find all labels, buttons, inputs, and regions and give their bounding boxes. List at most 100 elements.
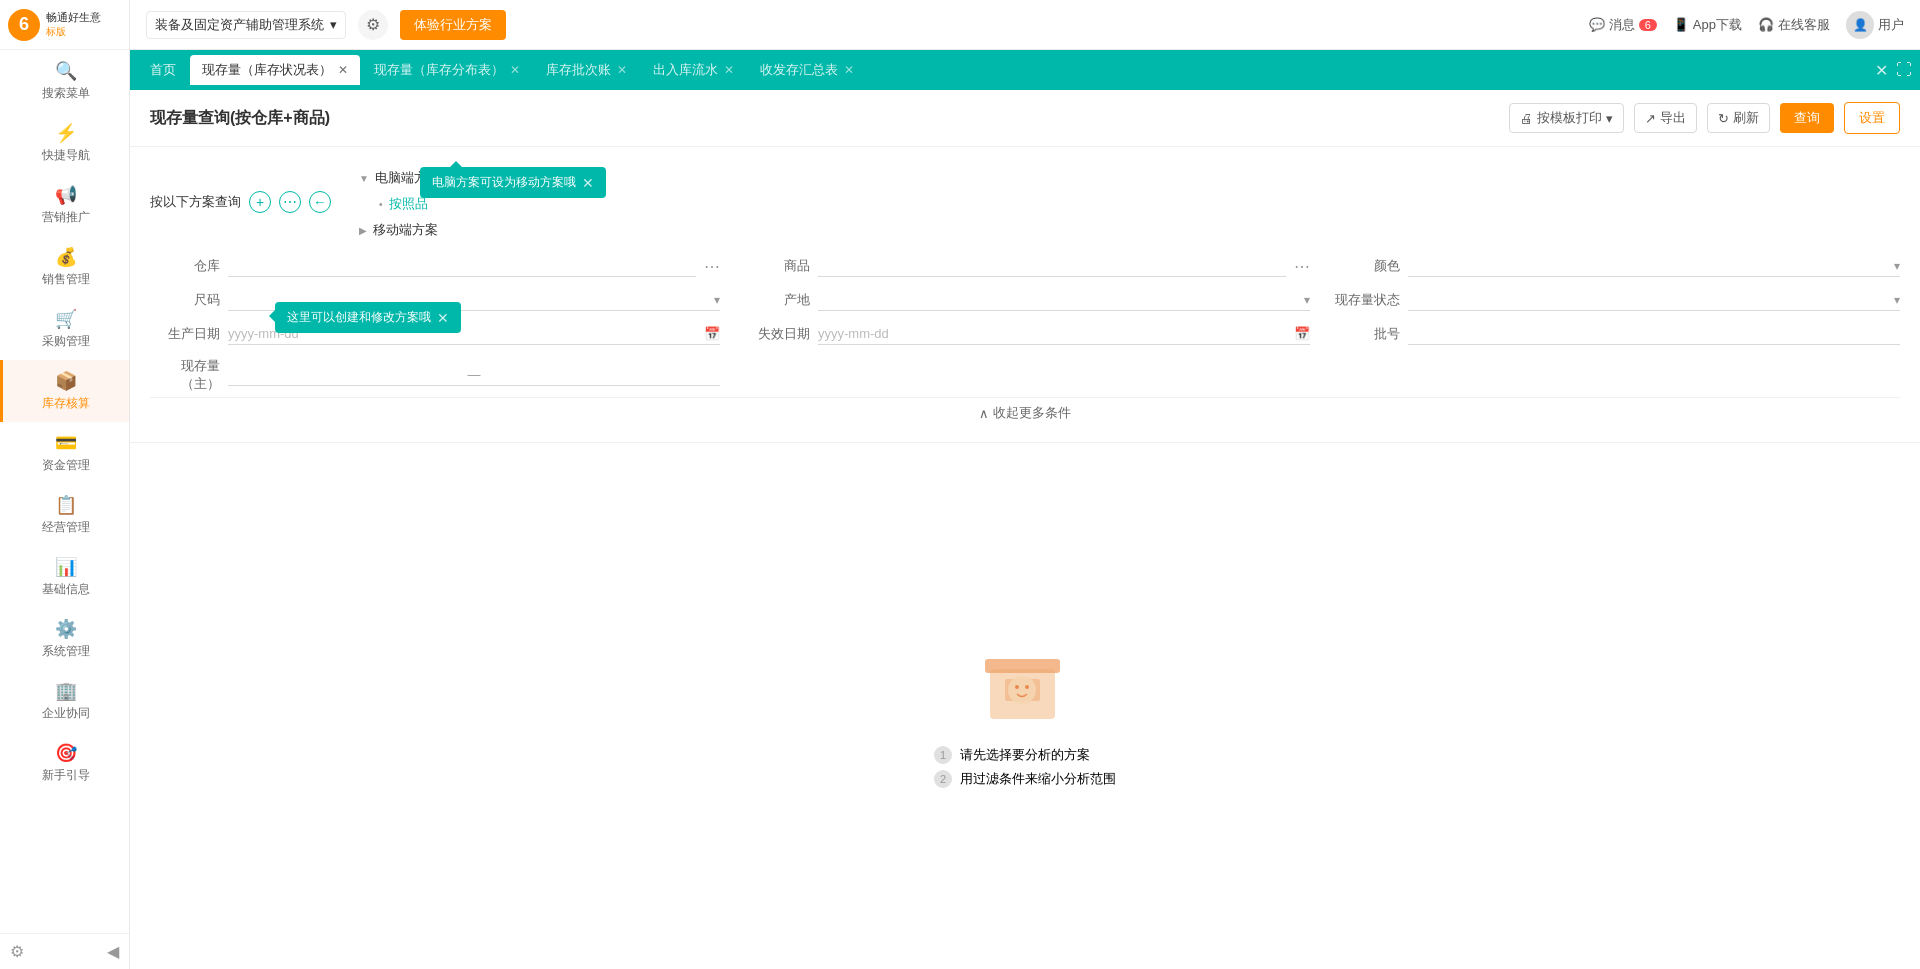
user-label: 用户	[1878, 16, 1904, 34]
sidebar-item-operations[interactable]: 📋 经营管理	[0, 484, 129, 546]
tab-close-all-icon[interactable]: ✕	[1875, 61, 1888, 80]
sidebar-item-enterprise[interactable]: 🏢 企业协同	[0, 670, 129, 732]
collapse-sidebar-icon[interactable]: ◀	[107, 942, 119, 961]
sidebar-item-inventory[interactable]: 📦 库存核算	[0, 360, 129, 422]
color-select-arrow: ▾	[1894, 259, 1900, 273]
exp-date-calendar-icon[interactable]: 📅	[1294, 326, 1310, 341]
sidebar-item-label: 搜索菜单	[42, 85, 90, 102]
settings-footer-icon[interactable]: ⚙	[10, 942, 24, 961]
filter-label: 按以下方案查询	[150, 193, 241, 211]
system-selector[interactable]: 装备及固定资产辅助管理系统 ▾	[146, 11, 346, 39]
goods-label: 商品	[740, 257, 810, 275]
sidebar-item-system[interactable]: ⚙️ 系统管理	[0, 608, 129, 670]
stock-status-input[interactable]	[1408, 292, 1894, 307]
expand-mobile-icon[interactable]: ▶	[359, 225, 367, 236]
sidebar-item-marketing[interactable]: 📢 营销推广	[0, 174, 129, 236]
tab-label: 现存量（库存分布表）	[374, 61, 504, 79]
color-input[interactable]	[1408, 258, 1894, 273]
stock-qty-from-input[interactable]	[228, 367, 462, 382]
collapse-label: 收起更多条件	[993, 404, 1071, 422]
export-button[interactable]: ↗ 导出	[1634, 103, 1697, 133]
app-download-action[interactable]: 📱 App下载	[1673, 16, 1742, 34]
tooltip-close-1[interactable]: ✕	[582, 175, 594, 191]
sidebar-item-guide[interactable]: 🎯 新手引导	[0, 732, 129, 794]
filter-goods: 商品 ⋯	[740, 255, 1310, 277]
filter-stock-qty: 现存量（主） —	[150, 357, 720, 393]
tab-label: 出入库流水	[653, 61, 718, 79]
filter-dots-button[interactable]: ⋯	[279, 191, 301, 213]
sidebar-item-finance[interactable]: 💳 资金管理	[0, 422, 129, 484]
sidebar-item-sales[interactable]: 💰 销售管理	[0, 236, 129, 298]
tooltip-close-2[interactable]: ✕	[437, 310, 449, 326]
filter-add-button[interactable]: +	[249, 191, 271, 213]
sidebar-item-quick-nav[interactable]: ⚡ 快捷导航	[0, 112, 129, 174]
stock-qty-to-input[interactable]	[487, 367, 721, 382]
prod-date-calendar-icon[interactable]: 📅	[704, 326, 720, 341]
user-action[interactable]: 👤 用户	[1846, 11, 1904, 39]
print-icon: 🖨	[1520, 111, 1533, 126]
stock-status-label: 现存量状态	[1330, 291, 1400, 309]
logo-area: 6 畅通好生意 标版	[0, 0, 129, 50]
sidebar-item-label: 库存核算	[42, 395, 90, 412]
tab-home[interactable]: 首页	[138, 55, 188, 85]
empty-svg	[970, 624, 1080, 734]
online-support-action[interactable]: 🎧 在线客服	[1758, 16, 1830, 34]
tab-inout-flow[interactable]: 出入库流水 ✕	[641, 55, 746, 85]
user-avatar: 👤	[1846, 11, 1874, 39]
tab-label: 现存量（库存状况表）	[202, 61, 332, 79]
tab-close-icon[interactable]: ✕	[338, 63, 348, 77]
sidebar-item-label: 销售管理	[42, 271, 90, 288]
refresh-button[interactable]: ↻ 刷新	[1707, 103, 1770, 133]
batch-no-input[interactable]	[1408, 326, 1900, 341]
warehouse-input[interactable]	[228, 258, 696, 273]
origin-label: 产地	[740, 291, 810, 309]
quick-nav-icon: ⚡	[55, 122, 77, 144]
exp-date-input[interactable]	[818, 326, 1294, 341]
tab-expand-icon[interactable]: ⛶	[1896, 61, 1912, 79]
scheme-mobile-label[interactable]: 移动端方案	[373, 221, 438, 239]
scheme-mobile: ▶ 移动端方案	[359, 217, 440, 243]
tab-close-icon[interactable]: ✕	[844, 63, 854, 77]
step-2-text: 用过滤条件来缩小分析范围	[960, 770, 1116, 788]
tab-batch-ledger[interactable]: 库存批次账 ✕	[534, 55, 639, 85]
tab-inventory-dist[interactable]: 现存量（库存分布表） ✕	[362, 55, 532, 85]
filter-exp-date: 失效日期 📅	[740, 323, 1310, 345]
tab-close-icon[interactable]: ✕	[617, 63, 627, 77]
warehouse-dots-icon[interactable]: ⋯	[704, 257, 720, 276]
tab-bar: 首页 现存量（库存状况表） ✕ 现存量（库存分布表） ✕ 库存批次账 ✕ 出入库…	[130, 50, 1920, 90]
filter-arrow-button[interactable]: ←	[309, 191, 331, 213]
tab-receive-summary[interactable]: 收发存汇总表 ✕	[748, 55, 866, 85]
sidebar-item-label: 新手引导	[42, 767, 90, 784]
goods-input-wrapper	[818, 255, 1286, 277]
query-button[interactable]: 查询	[1780, 103, 1834, 133]
sidebar-item-purchase[interactable]: 🛒 采购管理	[0, 298, 129, 360]
collapse-filter-button[interactable]: ∧ 收起更多条件	[150, 397, 1900, 428]
gear-button[interactable]: ⚙	[358, 10, 388, 40]
print-button[interactable]: 🖨 按模板打印 ▾	[1509, 103, 1624, 133]
industry-button[interactable]: 体验行业方案	[400, 10, 506, 40]
sidebar-item-label: 企业协同	[42, 705, 90, 722]
tab-close-icon[interactable]: ✕	[510, 63, 520, 77]
online-support-label: 在线客服	[1778, 16, 1830, 34]
origin-input[interactable]	[818, 292, 1304, 307]
sidebar-item-base[interactable]: 📊 基础信息	[0, 546, 129, 608]
messages-action[interactable]: 💬 消息 6	[1589, 16, 1657, 34]
step-1-text: 请先选择要分析的方案	[960, 746, 1090, 764]
sidebar: 6 畅通好生意 标版 🔍 搜索菜单 ⚡ 快捷导航 📢 营销推广 💰 销售管理 🛒…	[0, 0, 130, 969]
support-icon: 🎧	[1758, 17, 1774, 32]
expand-desktop-icon[interactable]: ▼	[359, 173, 369, 184]
content-area: 现存量查询(按仓库+商品) 🖨 按模板打印 ▾ ↗ 导出 ↻ 刷新 查询 设置	[130, 90, 1920, 969]
stock-qty-separator: —	[462, 367, 487, 382]
sidebar-item-search[interactable]: 🔍 搜索菜单	[0, 50, 129, 112]
tab-label: 库存批次账	[546, 61, 611, 79]
stock-qty-input-wrapper: —	[228, 364, 720, 386]
stock-status-input-wrapper: ▾	[1408, 289, 1900, 311]
batch-no-label: 批号	[1330, 325, 1400, 343]
goods-input[interactable]	[818, 258, 1286, 273]
settings-button[interactable]: 设置	[1844, 102, 1900, 134]
stock-qty-label: 现存量（主）	[150, 357, 220, 393]
tab-close-icon[interactable]: ✕	[724, 63, 734, 77]
origin-select-arrow: ▾	[1304, 293, 1310, 307]
goods-dots-icon[interactable]: ⋯	[1294, 257, 1310, 276]
tab-inventory-status[interactable]: 现存量（库存状况表） ✕	[190, 55, 360, 85]
